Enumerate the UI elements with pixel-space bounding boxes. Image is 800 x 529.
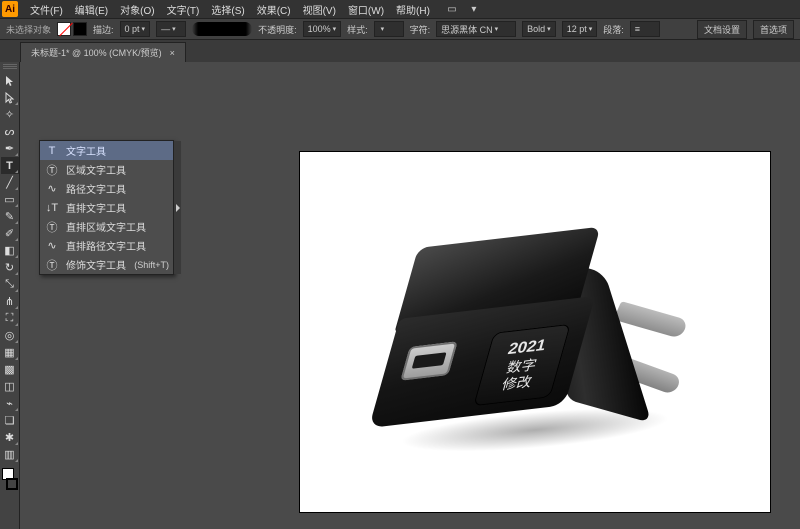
menu-select[interactable]: 选择(S) — [205, 2, 250, 17]
gradient-tool[interactable]: ◫ — [1, 378, 19, 395]
brush-preview[interactable] — [192, 22, 252, 36]
opacity-label: 不透明度: — [258, 23, 297, 36]
flyout-label: 路径文字工具 — [66, 181, 126, 196]
stroke-color[interactable] — [6, 478, 18, 490]
document-tab-bar: 未标题-1* @ 100% (CMYK/预览) × — [0, 40, 800, 62]
path-type-icon: ∿ — [44, 182, 60, 196]
menu-window[interactable]: 窗口(W) — [342, 2, 390, 17]
area-type-icon: Ⓣ — [44, 163, 60, 177]
vertical-area-type-icon: Ⓣ — [44, 220, 60, 234]
menu-edit[interactable]: 编辑(E) — [69, 2, 114, 17]
menu-view[interactable]: 视图(V) — [297, 2, 342, 17]
doc-setup-button[interactable]: 文档设置 — [697, 20, 747, 39]
menu-file[interactable]: 文件(F) — [24, 2, 69, 17]
stroke-label: 描边: — [93, 23, 114, 36]
font-family-field[interactable]: 思源黑体 CN▾ — [436, 21, 516, 37]
lasso-tool[interactable]: ᔕ — [1, 123, 19, 140]
menu-type[interactable]: 文字(T) — [161, 2, 206, 17]
document-tab-close-icon[interactable]: × — [170, 48, 175, 58]
control-bar: 未选择对象 描边: 0 pt▾ — ▾ 不透明度: 100%▾ 样式: ▾ 字符… — [0, 18, 800, 40]
pencil-tool[interactable]: ✐ — [1, 225, 19, 242]
flyout-vertical-type-tool[interactable]: ↓T 直排文字工具 — [40, 198, 173, 217]
artwork-adapter: 2021 数字 修改 — [370, 222, 710, 452]
flyout-tearoff-handle[interactable] — [173, 141, 181, 274]
mesh-tool[interactable]: ▩ — [1, 361, 19, 378]
flyout-type-tool[interactable]: T 文字工具 — [40, 141, 173, 160]
menubar-icon-1[interactable]: ▭ — [444, 2, 460, 16]
flyout-label: 直排文字工具 — [66, 200, 126, 215]
stroke-weight-field[interactable]: 0 pt▾ — [120, 21, 151, 37]
flyout-path-type-tool[interactable]: ∿ 路径文字工具 — [40, 179, 173, 198]
prefs-button[interactable]: 首选项 — [753, 20, 794, 39]
para-label: 段落: — [603, 23, 624, 36]
menu-help[interactable]: 帮助(H) — [390, 2, 436, 17]
type-tool-icon: T — [44, 144, 60, 158]
toolbox-grip[interactable] — [3, 64, 17, 70]
flyout-area-type-tool[interactable]: Ⓣ 区域文字工具 — [40, 160, 173, 179]
fill-stroke-swatches[interactable] — [57, 22, 87, 36]
font-label: 字符: — [410, 23, 431, 36]
workspace: ✧ ᔕ ✒ T ╱ ▭ ✎ ✐ ◧ ↻ ⤡ ⋔ ⛶ ◎ ▦ ▩ ◫ ⌁ ❏ ✱ … — [0, 62, 800, 529]
line-tool[interactable]: ╱ — [1, 174, 19, 191]
app-logo: Ai — [2, 1, 18, 17]
canvas-area[interactable]: 2021 数字 修改 — [20, 62, 800, 529]
label-line2: 修改 — [500, 373, 534, 394]
flyout-label: 修饰文字工具 — [66, 257, 126, 272]
type-tool[interactable]: T — [1, 157, 19, 174]
opacity-field[interactable]: 100%▾ — [303, 21, 342, 37]
document-tab[interactable]: 未标题-1* @ 100% (CMYK/预览) × — [20, 42, 186, 62]
artboard[interactable]: 2021 数字 修改 — [300, 152, 770, 512]
column-graph-tool[interactable]: ▥ — [1, 446, 19, 463]
menu-effect[interactable]: 效果(C) — [251, 2, 297, 17]
scale-tool[interactable]: ⤡ — [1, 276, 19, 293]
flyout-vertical-path-type-tool[interactable]: ∿ 直排路径文字工具 — [40, 236, 173, 255]
app-menubar: Ai 文件(F) 编辑(E) 对象(O) 文字(T) 选择(S) 效果(C) 视… — [0, 0, 800, 18]
selection-tool[interactable] — [1, 72, 19, 89]
direct-selection-tool[interactable] — [1, 89, 19, 106]
type-tool-flyout: T 文字工具 Ⓣ 区域文字工具 ∿ 路径文字工具 ↓T 直排文字工具 Ⓣ 直排区… — [39, 140, 174, 275]
symbol-sprayer-tool[interactable]: ✱ — [1, 429, 19, 446]
font-size-field[interactable]: 12 pt▾ — [562, 21, 598, 37]
width-tool[interactable]: ⋔ — [1, 293, 19, 310]
fill-swatch[interactable] — [57, 22, 71, 36]
selection-status: 未选择对象 — [6, 23, 51, 36]
rectangle-tool[interactable]: ▭ — [1, 191, 19, 208]
paintbrush-tool[interactable]: ✎ — [1, 208, 19, 225]
toolbox: ✧ ᔕ ✒ T ╱ ▭ ✎ ✐ ◧ ↻ ⤡ ⋔ ⛶ ◎ ▦ ▩ ◫ ⌁ ❏ ✱ … — [0, 62, 20, 529]
font-weight-field[interactable]: Bold▾ — [522, 21, 556, 37]
flyout-shortcut: (Shift+T) — [134, 260, 169, 270]
flyout-label: 区域文字工具 — [66, 162, 126, 177]
fill-stroke-control[interactable] — [1, 467, 19, 491]
flyout-label: 文字工具 — [66, 143, 106, 158]
rotate-tool[interactable]: ↻ — [1, 259, 19, 276]
stroke-swatch[interactable] — [73, 22, 87, 36]
plug-prong-1 — [613, 301, 689, 339]
menubar-icon-2[interactable]: ▾ — [466, 2, 482, 16]
shape-builder-tool[interactable]: ◎ — [1, 327, 19, 344]
free-transform-tool[interactable]: ⛶ — [1, 310, 19, 327]
label-year: 2021 — [506, 336, 549, 360]
touch-type-icon: Ⓣ — [44, 258, 60, 272]
style-field[interactable]: ▾ — [374, 21, 404, 37]
pen-tool[interactable]: ✒ — [1, 140, 19, 157]
vertical-path-type-icon: ∿ — [44, 239, 60, 253]
vertical-type-icon: ↓T — [44, 201, 60, 215]
flyout-vertical-area-type-tool[interactable]: Ⓣ 直排区域文字工具 — [40, 217, 173, 236]
flyout-label: 直排路径文字工具 — [66, 238, 146, 253]
style-label: 样式: — [347, 23, 368, 36]
eyedropper-tool[interactable]: ⌁ — [1, 395, 19, 412]
flyout-touch-type-tool[interactable]: Ⓣ 修饰文字工具 (Shift+T) — [40, 255, 173, 274]
menu-object[interactable]: 对象(O) — [114, 2, 160, 17]
perspective-tool[interactable]: ▦ — [1, 344, 19, 361]
para-align-field[interactable]: ≡ — [630, 21, 660, 37]
document-tab-title: 未标题-1* @ 100% (CMYK/预览) — [31, 46, 162, 59]
blend-tool[interactable]: ❏ — [1, 412, 19, 429]
flyout-label: 直排区域文字工具 — [66, 219, 146, 234]
eraser-tool[interactable]: ◧ — [1, 242, 19, 259]
stroke-profile[interactable]: — ▾ — [156, 21, 186, 37]
magic-wand-tool[interactable]: ✧ — [1, 106, 19, 123]
